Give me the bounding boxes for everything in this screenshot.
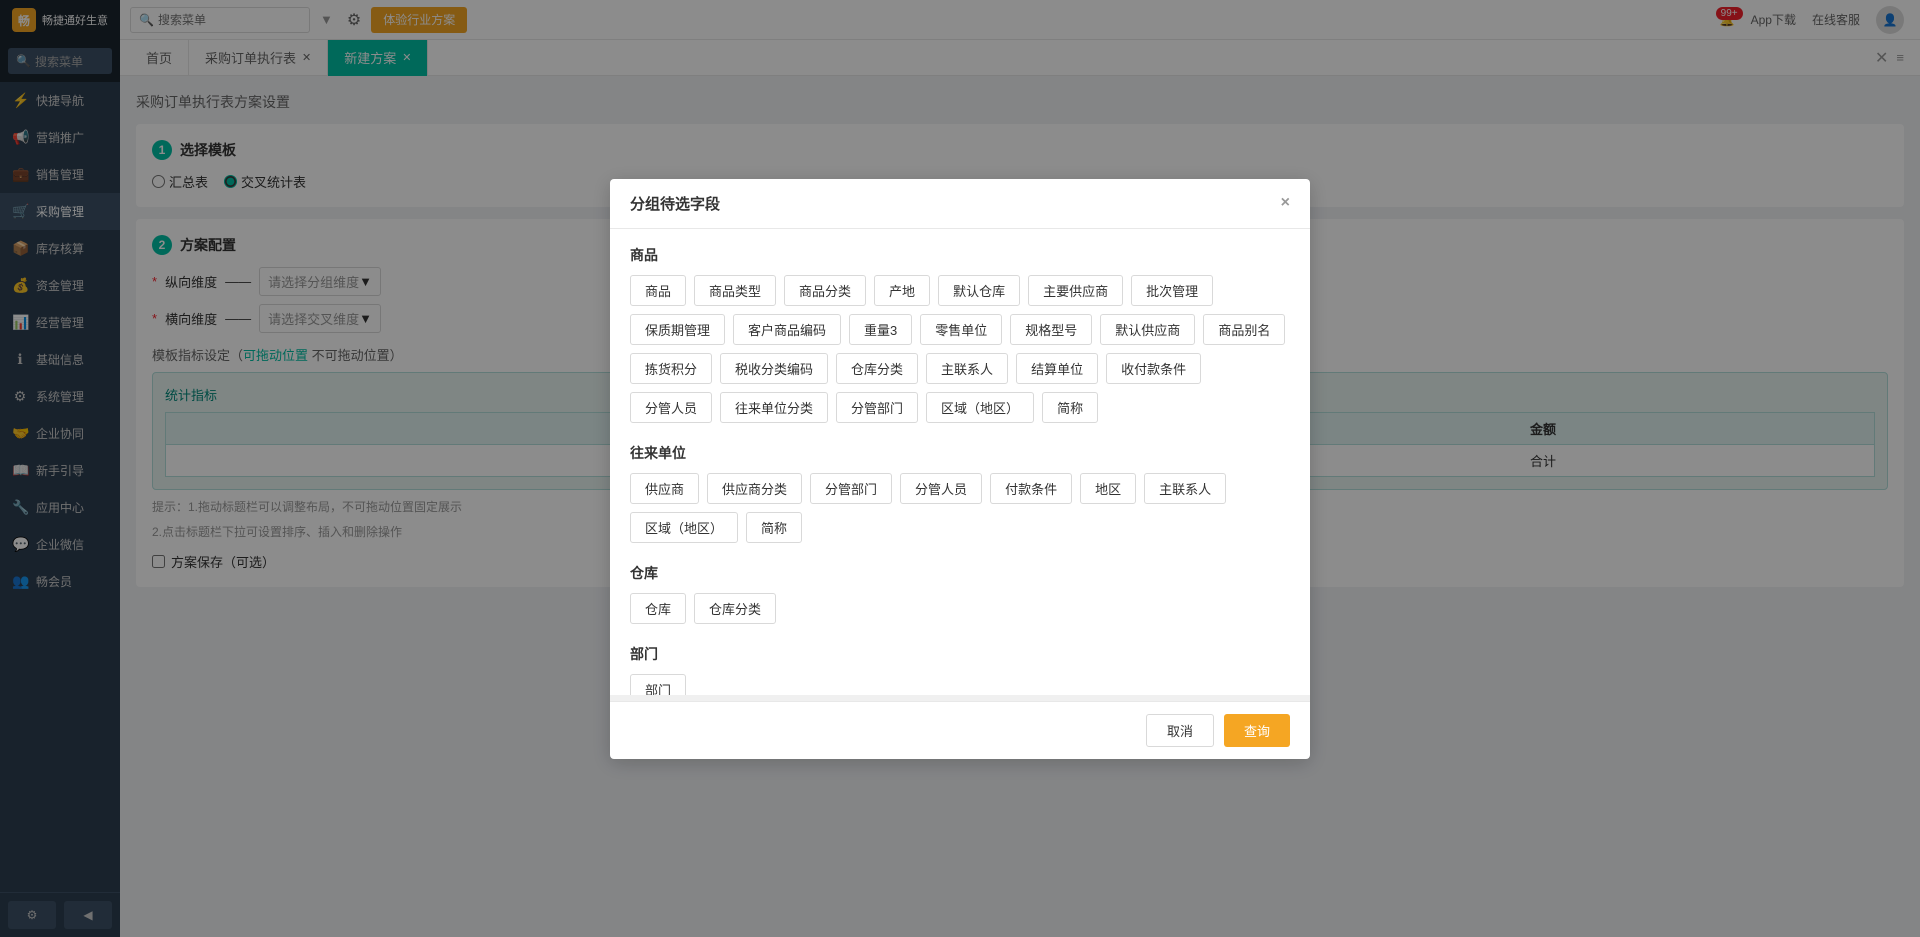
field-tag[interactable]: 收付款条件 [1106,353,1201,384]
field-section-商品: 商品商品商品类型商品分类产地默认仓库主要供应商批次管理保质期管理客户商品编码重量… [630,245,1290,423]
field-tag[interactable]: 往来单位分类 [720,392,828,423]
field-tag[interactable]: 主联系人 [926,353,1008,384]
field-tag[interactable]: 默认供应商 [1100,314,1195,345]
field-tag[interactable]: 付款条件 [990,473,1072,504]
modal-title: 分组待选字段 [630,193,720,214]
modal-dialog: 分组待选字段 × 商品商品商品类型商品分类产地默认仓库主要供应商批次管理保质期管… [610,179,1310,759]
field-tag[interactable]: 主联系人 [1144,473,1226,504]
modal-header: 分组待选字段 × [610,179,1310,229]
field-tag[interactable]: 拣货积分 [630,353,712,384]
field-tags-仓库: 仓库仓库分类 [630,593,1290,624]
field-tag[interactable]: 分管人员 [900,473,982,504]
field-tag[interactable]: 地区 [1080,473,1136,504]
modal-close-btn[interactable]: × [1281,194,1290,212]
field-tag[interactable]: 商品 [630,275,686,306]
field-tag[interactable]: 供应商 [630,473,699,504]
modal-confirm-btn[interactable]: 查询 [1224,714,1290,747]
field-section-title: 往来单位 [630,443,1290,463]
field-tags-部门: 部门 [630,674,1290,697]
field-section-title: 部门 [630,644,1290,664]
field-tag[interactable]: 税收分类编码 [720,353,828,384]
field-section-部门: 部门部门 [630,644,1290,697]
field-tag[interactable]: 保质期管理 [630,314,725,345]
field-tag[interactable]: 部门 [630,674,686,697]
field-section-往来单位: 往来单位供应商供应商分类分管部门分管人员付款条件地区主联系人区域（地区） 简称 [630,443,1290,543]
field-tag[interactable]: 零售单位 [920,314,1002,345]
field-tag[interactable]: 客户商品编码 [733,314,841,345]
field-tag[interactable]: 默认仓库 [938,275,1020,306]
field-tag[interactable]: 简称 [746,512,802,543]
field-tag[interactable]: 仓库分类 [694,593,776,624]
field-tag[interactable]: 分管部门 [810,473,892,504]
field-tag[interactable]: 供应商分类 [707,473,802,504]
field-tag[interactable]: 区域（地区） [630,512,738,543]
field-tag[interactable]: 仓库分类 [836,353,918,384]
field-tag[interactable]: 商品别名 [1203,314,1285,345]
field-tags-往来单位: 供应商供应商分类分管部门分管人员付款条件地区主联系人区域（地区） 简称 [630,473,1290,543]
field-tag[interactable]: 区域（地区） [926,392,1034,423]
field-section-title: 仓库 [630,563,1290,583]
field-tag[interactable]: 仓库 [630,593,686,624]
modal-cancel-btn[interactable]: 取消 [1146,714,1214,747]
field-tag[interactable]: 分管人员 [630,392,712,423]
field-tag[interactable]: 简称 [1042,392,1098,423]
field-section-仓库: 仓库仓库仓库分类 [630,563,1290,624]
field-section-title: 商品 [630,245,1290,265]
field-tags-商品: 商品商品类型商品分类产地默认仓库主要供应商批次管理保质期管理客户商品编码重量3 零… [630,275,1290,423]
field-tag[interactable]: 主要供应商 [1028,275,1123,306]
modal-overlay: 分组待选字段 × 商品商品商品类型商品分类产地默认仓库主要供应商批次管理保质期管… [0,0,1920,937]
modal-footer: 取消 查询 [610,701,1310,759]
modal-body: 商品商品商品类型商品分类产地默认仓库主要供应商批次管理保质期管理客户商品编码重量… [610,229,1310,697]
field-tag[interactable]: 商品类型 [694,275,776,306]
field-tag[interactable]: 重量3 [849,314,912,345]
field-tag[interactable]: 商品分类 [784,275,866,306]
field-tag[interactable]: 分管部门 [836,392,918,423]
field-tag[interactable]: 规格型号 [1010,314,1092,345]
field-tag[interactable]: 批次管理 [1131,275,1213,306]
field-tag[interactable]: 产地 [874,275,930,306]
field-tag[interactable]: 结算单位 [1016,353,1098,384]
